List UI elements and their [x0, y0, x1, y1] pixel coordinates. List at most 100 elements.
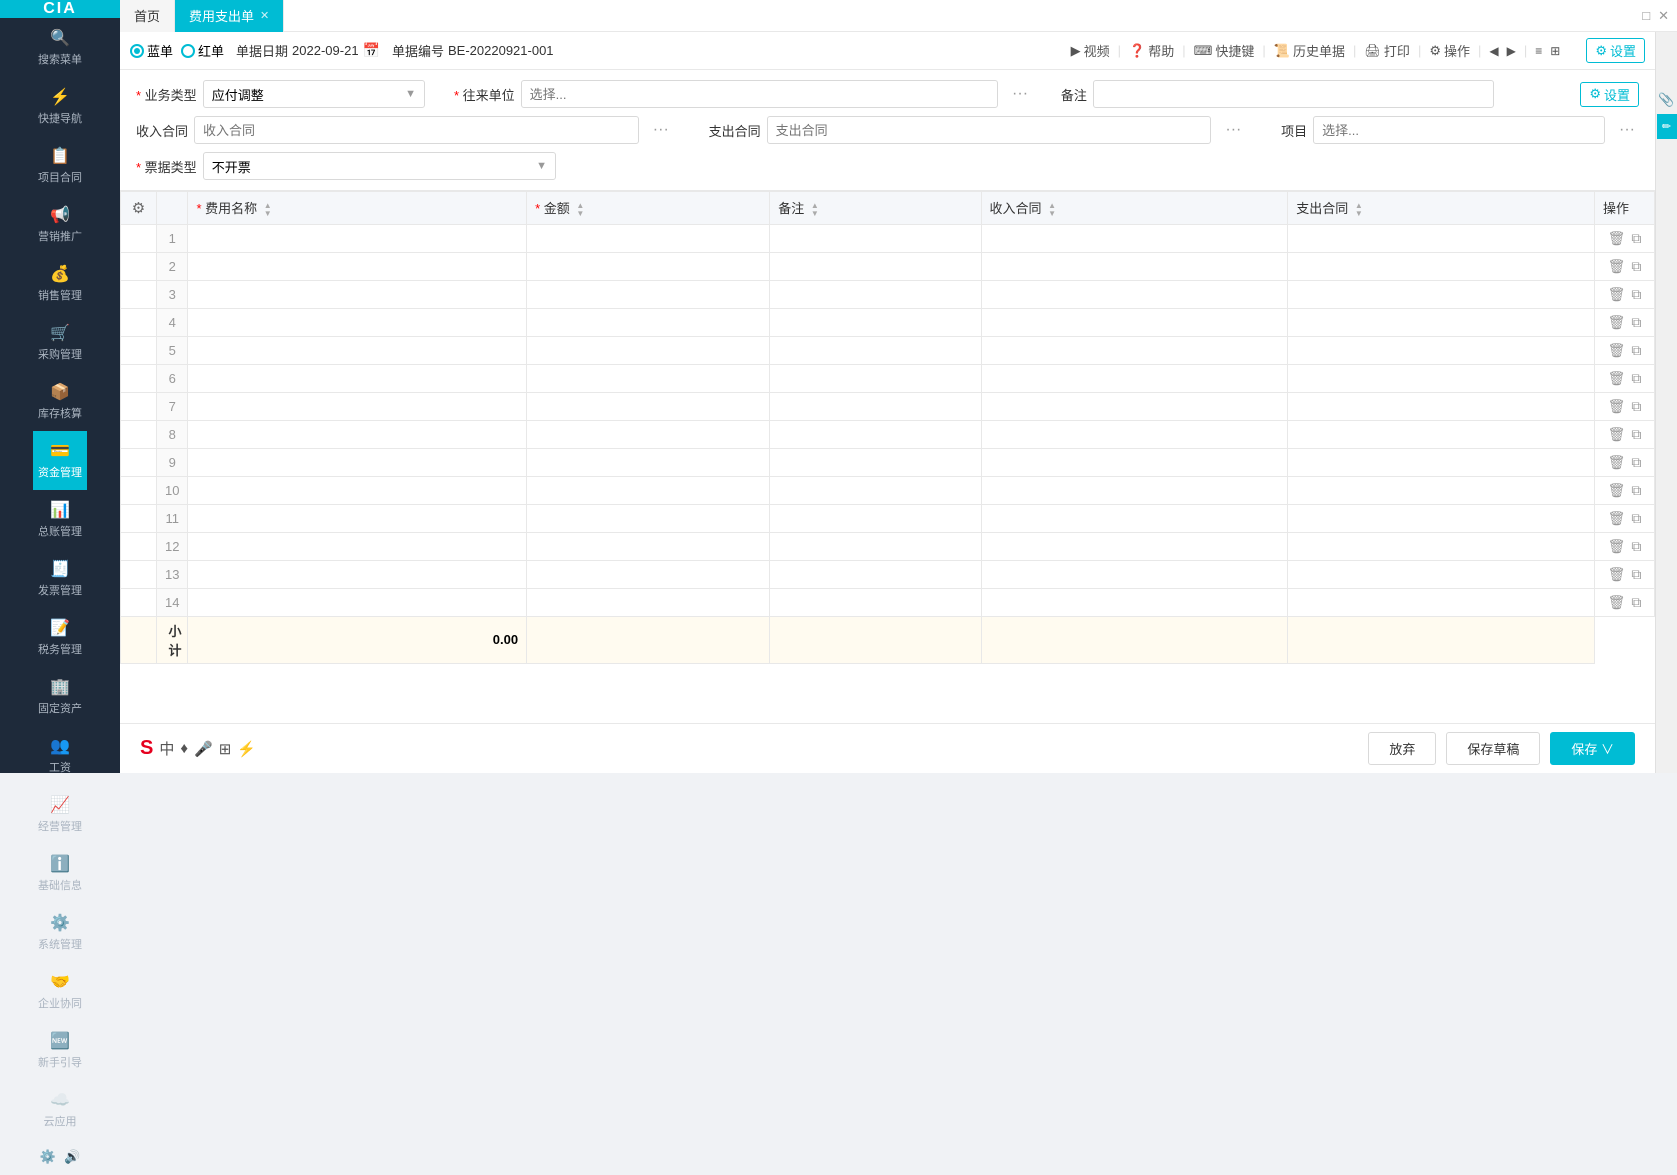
cell-note-2[interactable] — [770, 252, 981, 280]
copy-icon-1[interactable]: ⧉ — [1631, 230, 1641, 247]
shortcut-btn[interactable]: ⌨ 快捷键 — [1194, 41, 1255, 60]
copy-icon-12[interactable]: ⧉ — [1631, 538, 1641, 555]
copy-icon-3[interactable]: ⧉ — [1631, 286, 1641, 303]
cell-income-contract-3[interactable] — [981, 280, 1288, 308]
cell-expense-name-14[interactable] — [188, 588, 527, 616]
delete-icon-12[interactable]: 🗑 — [1608, 538, 1626, 555]
amount-sort[interactable]: ▲▼ — [576, 202, 584, 218]
settings-btn[interactable]: ⚙ 设置 — [1586, 38, 1645, 63]
help-btn[interactable]: ❓ 帮助 — [1129, 41, 1174, 60]
project-input[interactable] — [1313, 116, 1605, 144]
delete-icon-7[interactable]: 🗑 — [1608, 398, 1626, 415]
cell-expense-name-10[interactable] — [188, 476, 527, 504]
cell-expense-contract-12[interactable] — [1288, 532, 1595, 560]
cell-income-contract-7[interactable] — [981, 392, 1288, 420]
copy-icon-14[interactable]: ⧉ — [1631, 594, 1641, 611]
cell-expense-contract-8[interactable] — [1288, 420, 1595, 448]
discard-button[interactable]: 放弃 — [1368, 732, 1436, 765]
cell-income-contract-5[interactable] — [981, 336, 1288, 364]
cell-income-contract-10[interactable] — [981, 476, 1288, 504]
cell-expense-name-4[interactable] — [188, 308, 527, 336]
cell-note-6[interactable] — [770, 364, 981, 392]
sidebar-item-capital-mgmt[interactable]: 💳资金管理 — [33, 431, 87, 490]
right-panel-teal-tab[interactable]: ✏ — [1657, 114, 1677, 139]
sidebar-settings-btn[interactable]: ⚙️ 🔊 — [0, 1139, 120, 1175]
cell-note-12[interactable] — [770, 532, 981, 560]
cell-income-contract-13[interactable] — [981, 560, 1288, 588]
tab-expense-close[interactable]: ✕ — [260, 9, 269, 22]
sidebar-item-project-contract[interactable]: 📋项目合同 — [33, 136, 87, 195]
cell-note-7[interactable] — [770, 392, 981, 420]
copy-icon-5[interactable]: ⧉ — [1631, 342, 1641, 359]
cell-note-9[interactable] — [770, 448, 981, 476]
cell-amount-7[interactable] — [527, 392, 770, 420]
red-bill-radio[interactable]: 红单 — [181, 41, 224, 60]
copy-icon-11[interactable]: ⧉ — [1631, 510, 1641, 527]
cell-amount-10[interactable] — [527, 476, 770, 504]
invoice-type-select[interactable]: 不开票 ▼ — [203, 152, 556, 180]
delete-icon-13[interactable]: 🗑 — [1608, 566, 1626, 583]
cell-amount-4[interactable] — [527, 308, 770, 336]
cell-amount-2[interactable] — [527, 252, 770, 280]
delete-icon-14[interactable]: 🗑 — [1608, 594, 1626, 611]
cell-income-contract-9[interactable] — [981, 448, 1288, 476]
cell-expense-contract-3[interactable] — [1288, 280, 1595, 308]
date-value[interactable]: 2022-09-21 — [292, 43, 359, 58]
cell-expense-name-9[interactable] — [188, 448, 527, 476]
cell-income-contract-12[interactable] — [981, 532, 1288, 560]
delete-icon-1[interactable]: 🗑 — [1608, 230, 1626, 247]
sidebar-item-new-guide[interactable]: 🆕新手引导 — [33, 1021, 87, 1080]
copy-icon-4[interactable]: ⧉ — [1631, 314, 1641, 331]
cell-amount-3[interactable] — [527, 280, 770, 308]
delete-icon-10[interactable]: 🗑 — [1608, 482, 1626, 499]
cell-expense-name-8[interactable] — [188, 420, 527, 448]
cell-income-contract-4[interactable] — [981, 308, 1288, 336]
sidebar-item-fixed-assets[interactable]: 🏢固定资产 — [33, 667, 87, 726]
delete-icon-8[interactable]: 🗑 — [1608, 426, 1626, 443]
cell-amount-14[interactable] — [527, 588, 770, 616]
sidebar-item-search-menu[interactable]: 🔍搜索菜单 — [33, 18, 87, 77]
sidebar-item-purchase-mgmt[interactable]: 🛒采购管理 — [33, 313, 87, 372]
nav-next-btn[interactable]: ▶ — [1507, 44, 1516, 58]
sidebar-item-tax-mgmt[interactable]: 📝税务管理 — [33, 608, 87, 667]
cell-amount-9[interactable] — [527, 448, 770, 476]
delete-icon-3[interactable]: 🗑 — [1608, 286, 1626, 303]
right-panel-paperclip-icon[interactable]: 📎 — [1658, 92, 1674, 108]
calendar-icon[interactable]: 📅 — [363, 42, 380, 59]
window-close[interactable]: ✕ — [1658, 8, 1669, 24]
copy-icon-13[interactable]: ⧉ — [1631, 566, 1641, 583]
cell-expense-contract-5[interactable] — [1288, 336, 1595, 364]
cell-amount-8[interactable] — [527, 420, 770, 448]
cell-amount-13[interactable] — [527, 560, 770, 588]
cell-expense-contract-11[interactable] — [1288, 504, 1595, 532]
cell-income-contract-2[interactable] — [981, 252, 1288, 280]
view-list-btn[interactable]: ≡ — [1535, 44, 1542, 58]
cell-expense-contract-4[interactable] — [1288, 308, 1595, 336]
cell-expense-contract-6[interactable] — [1288, 364, 1595, 392]
copy-icon-7[interactable]: ⧉ — [1631, 398, 1641, 415]
cell-income-contract-14[interactable] — [981, 588, 1288, 616]
cell-note-10[interactable] — [770, 476, 981, 504]
delete-icon-6[interactable]: 🗑 — [1608, 370, 1626, 387]
cell-expense-name-1[interactable] — [188, 224, 527, 252]
cell-note-3[interactable] — [770, 280, 981, 308]
copy-icon-10[interactable]: ⧉ — [1631, 482, 1641, 499]
cell-note-1[interactable] — [770, 224, 981, 252]
expense-contract-dots[interactable]: ··· — [1221, 121, 1245, 139]
th-gear[interactable]: ⚙ — [121, 192, 157, 225]
sidebar-item-sales-mgmt[interactable]: 💰销售管理 — [33, 254, 87, 313]
delete-icon-4[interactable]: 🗑 — [1608, 314, 1626, 331]
save-button[interactable]: 保存 ∨ — [1550, 732, 1635, 765]
sidebar-item-quick-nav[interactable]: ⚡快捷导航 — [33, 77, 87, 136]
history-btn[interactable]: 📜 历史单据 — [1274, 41, 1345, 60]
sidebar-item-operations[interactable]: 📈经营管理 — [33, 785, 87, 844]
delete-icon-2[interactable]: 🗑 — [1608, 258, 1626, 275]
cell-expense-contract-2[interactable] — [1288, 252, 1595, 280]
partner-dots[interactable]: ··· — [1008, 85, 1032, 103]
bill-no-value[interactable]: BE-20220921-001 — [448, 43, 554, 58]
cell-expense-contract-9[interactable] — [1288, 448, 1595, 476]
note-sort[interactable]: ▲▼ — [811, 202, 819, 218]
blue-bill-radio[interactable]: 蓝单 — [130, 41, 173, 60]
sidebar-item-basic-info[interactable]: ℹ️基础信息 — [33, 844, 87, 903]
sidebar-item-cloud-apps[interactable]: ☁️云应用 — [33, 1080, 87, 1139]
